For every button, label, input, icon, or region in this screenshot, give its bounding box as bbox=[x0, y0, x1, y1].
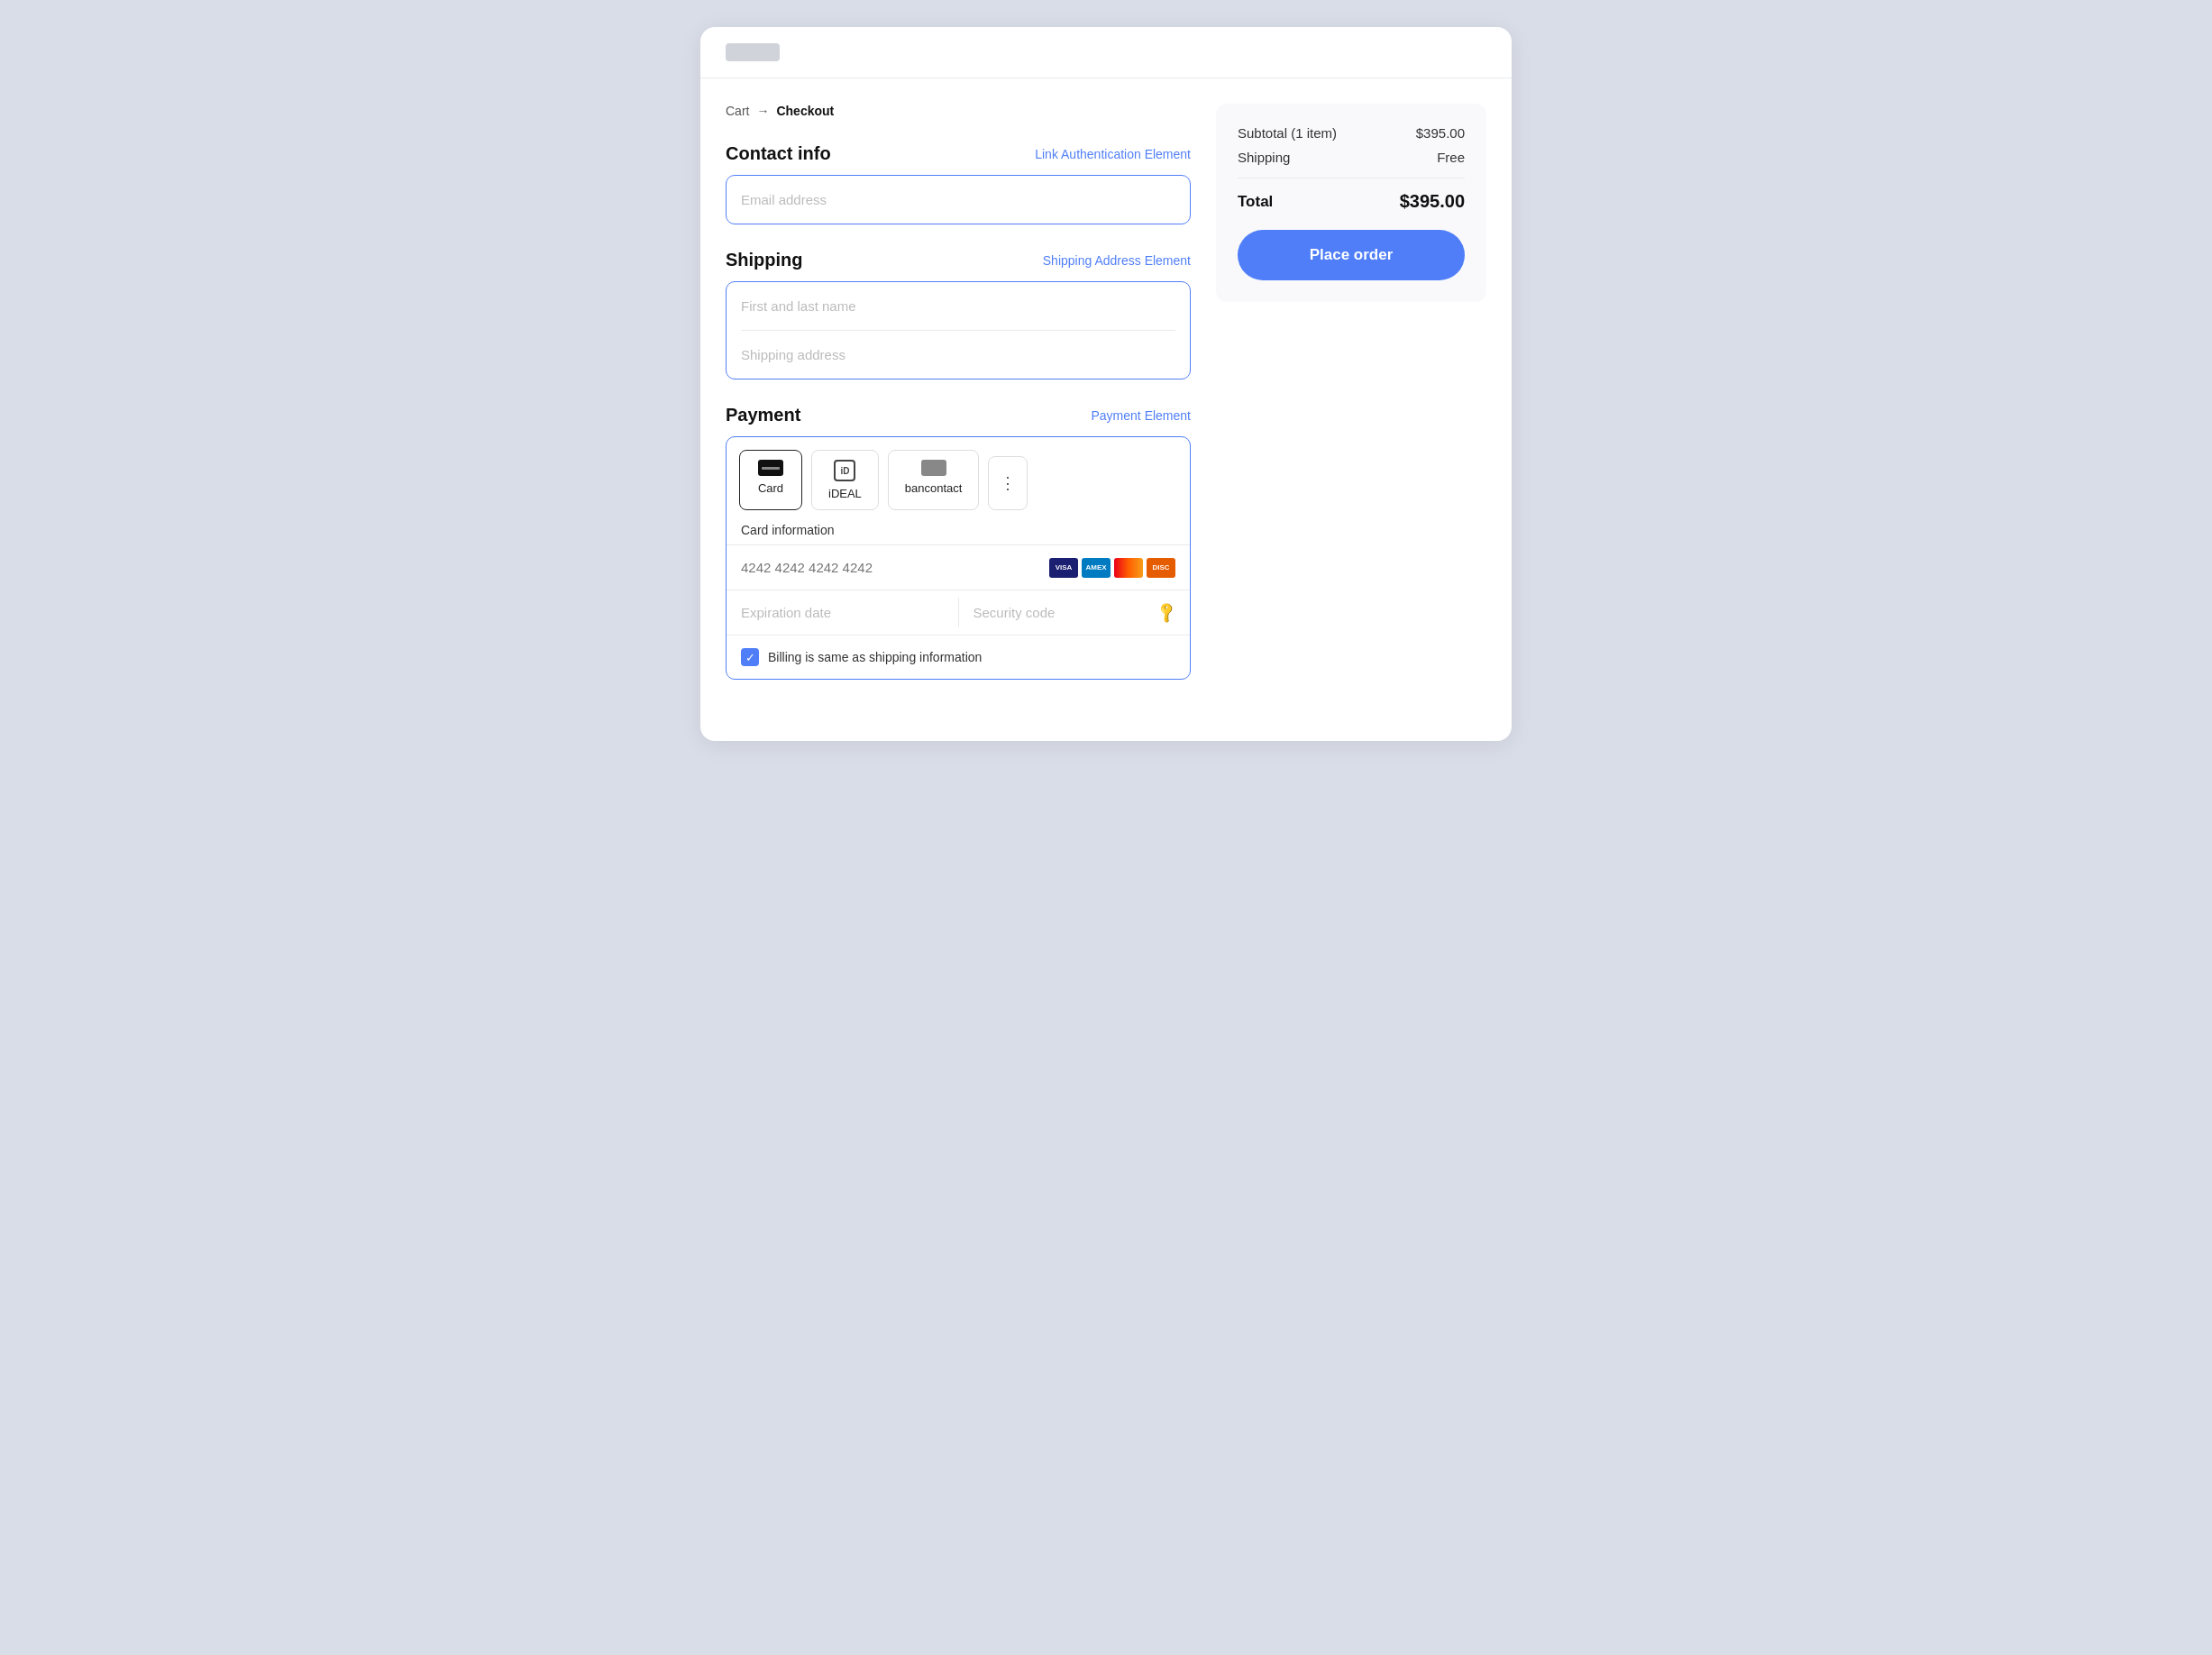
tab-card-label: Card bbox=[758, 481, 783, 495]
billing-label: Billing is same as shipping information bbox=[768, 650, 982, 664]
order-summary: Subtotal (1 item) $395.00 Shipping Free … bbox=[1216, 104, 1486, 302]
card-number-input[interactable] bbox=[741, 545, 1049, 590]
total-row: Total $395.00 bbox=[1238, 191, 1465, 212]
payment-title: Payment bbox=[726, 405, 800, 425]
breadcrumb-cart[interactable]: Cart bbox=[726, 104, 749, 118]
payment-section: Payment Payment Element Card iD bbox=[726, 405, 1191, 680]
cvv-row: 🔑 bbox=[959, 590, 1191, 635]
shipping-title: Shipping bbox=[726, 250, 803, 270]
shipping-cost-label: Shipping bbox=[1238, 150, 1290, 165]
breadcrumb-arrow: → bbox=[756, 104, 769, 118]
visa-logo: VISA bbox=[1049, 558, 1078, 578]
breadcrumb-checkout: Checkout bbox=[776, 104, 834, 118]
shipping-section: Shipping Shipping Address Element bbox=[726, 250, 1191, 379]
email-input[interactable] bbox=[727, 176, 1190, 224]
shipping-row: Shipping Free bbox=[1238, 150, 1465, 165]
shipping-address-input[interactable] bbox=[727, 331, 1190, 379]
logo bbox=[726, 43, 780, 61]
tab-ideal-label: iDEAL bbox=[828, 487, 862, 500]
more-payment-options-button[interactable]: ⋮ bbox=[988, 456, 1028, 510]
breadcrumb: Cart → Checkout bbox=[726, 104, 1191, 118]
tab-bancontact-label: bancontact bbox=[905, 481, 963, 495]
contact-section: Contact info Link Authentication Element bbox=[726, 143, 1191, 224]
total-value: $395.00 bbox=[1400, 191, 1465, 212]
card-bottom-row: 🔑 bbox=[727, 590, 1190, 635]
full-name-input[interactable] bbox=[727, 282, 1190, 330]
billing-checkbox-row: ✓ Billing is same as shipping informatio… bbox=[727, 635, 1190, 679]
contact-input-group bbox=[726, 175, 1191, 224]
cvv-input[interactable] bbox=[973, 590, 1151, 635]
tab-card[interactable]: Card bbox=[739, 450, 802, 510]
payment-group: Card iD iDEAL bancontact ⋮ bbox=[726, 436, 1191, 680]
shipping-input-group bbox=[726, 281, 1191, 379]
amex-logo: AMEX bbox=[1082, 558, 1111, 578]
subtotal-label: Subtotal (1 item) bbox=[1238, 125, 1337, 141]
shipping-cost-value: Free bbox=[1437, 150, 1465, 165]
ideal-icon: iD bbox=[834, 460, 855, 481]
key-icon: 🔑 bbox=[1154, 600, 1179, 626]
link-authentication-element[interactable]: Link Authentication Element bbox=[1035, 147, 1191, 161]
contact-title: Contact info bbox=[726, 143, 831, 164]
shipping-section-header: Shipping Shipping Address Element bbox=[726, 250, 1191, 270]
card-info-label: Card information bbox=[727, 510, 1190, 544]
header bbox=[700, 27, 1512, 78]
expiry-input[interactable] bbox=[727, 590, 958, 635]
shipping-address-element[interactable]: Shipping Address Element bbox=[1043, 253, 1191, 268]
subtotal-row: Subtotal (1 item) $395.00 bbox=[1238, 125, 1465, 141]
page-wrapper: Cart → Checkout Contact info Link Authen… bbox=[700, 27, 1512, 741]
tab-bancontact[interactable]: bancontact bbox=[888, 450, 980, 510]
mastercard-logo bbox=[1114, 558, 1143, 578]
main-content: Cart → Checkout Contact info Link Authen… bbox=[700, 78, 1512, 741]
card-icon bbox=[758, 460, 783, 476]
bancontact-icon bbox=[921, 460, 946, 476]
payment-element[interactable]: Payment Element bbox=[1092, 408, 1192, 423]
card-number-row: VISA AMEX DISC bbox=[727, 544, 1190, 590]
billing-same-checkbox[interactable]: ✓ bbox=[741, 648, 759, 666]
subtotal-value: $395.00 bbox=[1416, 125, 1465, 141]
discover-logo: DISC bbox=[1147, 558, 1175, 578]
contact-section-header: Contact info Link Authentication Element bbox=[726, 143, 1191, 164]
card-logos: VISA AMEX DISC bbox=[1049, 558, 1175, 578]
payment-tabs: Card iD iDEAL bancontact ⋮ bbox=[727, 437, 1190, 510]
payment-section-header: Payment Payment Element bbox=[726, 405, 1191, 425]
total-label: Total bbox=[1238, 193, 1273, 211]
right-column: Subtotal (1 item) $395.00 Shipping Free … bbox=[1216, 104, 1486, 705]
left-column: Cart → Checkout Contact info Link Authen… bbox=[726, 104, 1191, 705]
place-order-button[interactable]: Place order bbox=[1238, 230, 1465, 280]
tab-ideal[interactable]: iD iDEAL bbox=[811, 450, 879, 510]
